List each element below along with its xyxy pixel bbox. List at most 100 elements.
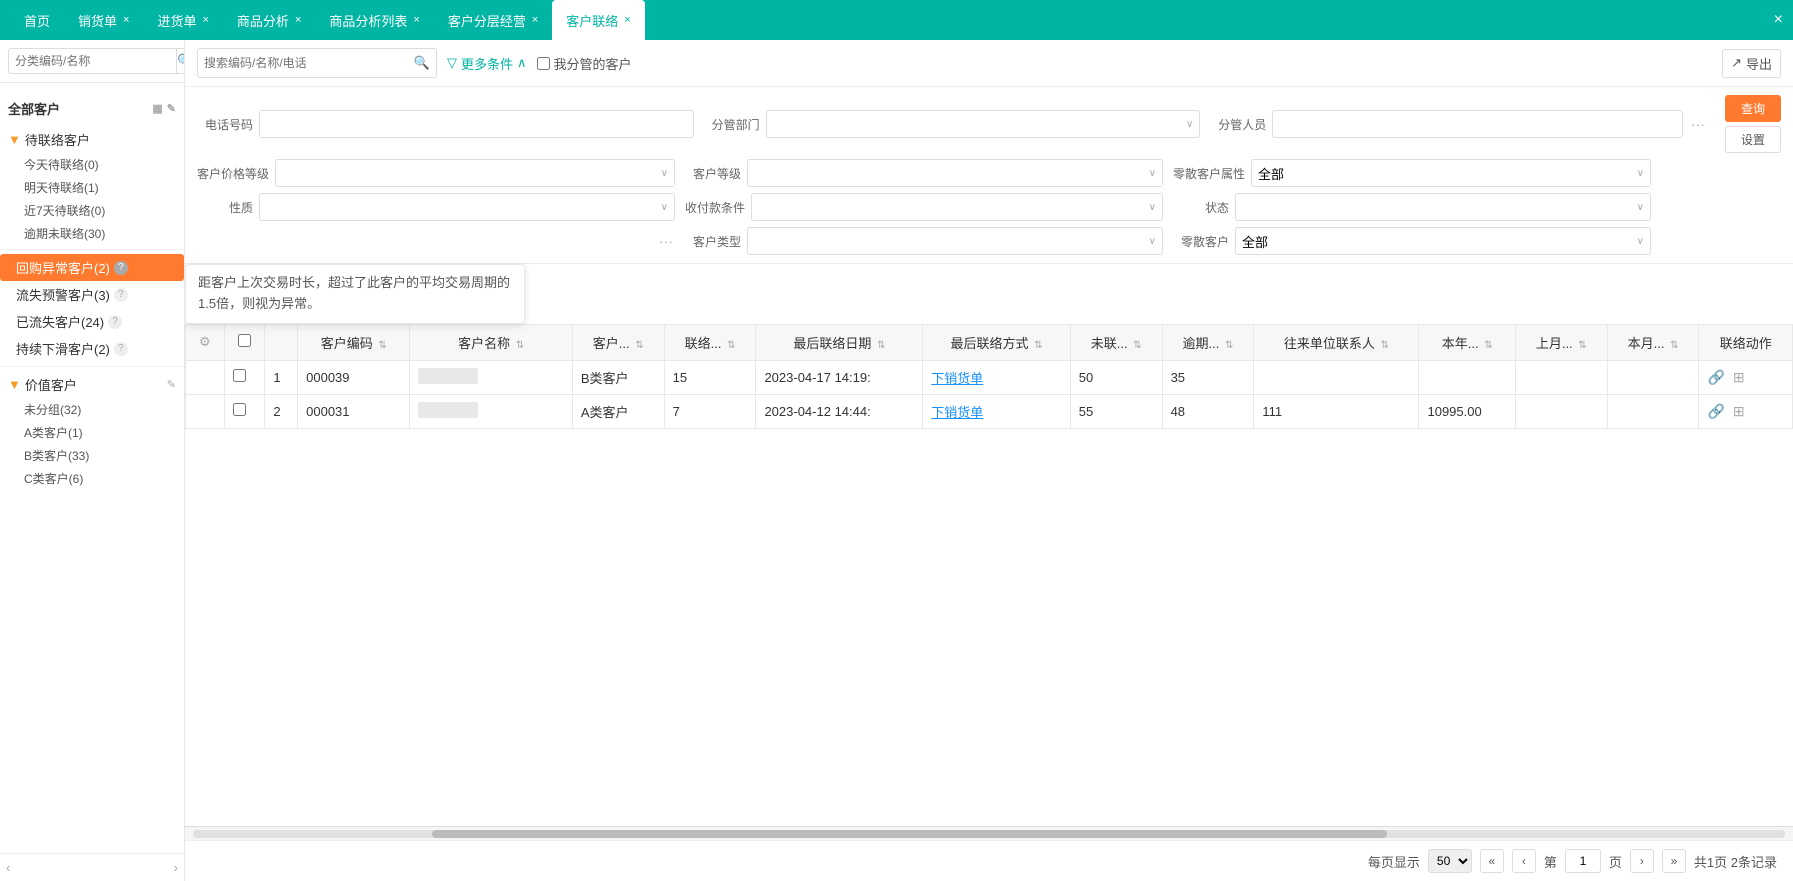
sidebar-item-class-b[interactable]: B类客户(33): [0, 444, 184, 467]
sidebar-item-repurchase-abnormal[interactable]: 回购异常客户(2) ?: [0, 254, 184, 281]
dept-select[interactable]: ∨: [766, 110, 1201, 138]
customer-level-select[interactable]: ∨: [747, 159, 1163, 187]
gear-icon[interactable]: ⚙: [199, 334, 211, 349]
sort-icon-last-method[interactable]: ⇅: [1034, 340, 1042, 351]
per-page-select[interactable]: 50: [1428, 849, 1472, 873]
scrollbar-thumb[interactable]: [432, 830, 1387, 838]
table-area[interactable]: ⚙ 客户编码 ⇅ 客户名称 ⇅: [185, 324, 1793, 826]
close-tab-purchase[interactable]: ×: [202, 14, 208, 26]
horizontal-scrollbar[interactable]: [185, 826, 1793, 840]
sort-icon-code[interactable]: ⇅: [378, 340, 386, 351]
sort-icon-last-month[interactable]: ⇅: [1578, 340, 1586, 351]
col-code[interactable]: 客户编码 ⇅: [298, 324, 410, 360]
col-last-method[interactable]: 最后联络方式 ⇅: [923, 324, 1071, 360]
col-uncontacted[interactable]: 未联... ⇅: [1070, 324, 1162, 360]
action-link-icon[interactable]: 🔗: [1707, 369, 1724, 386]
col-gear[interactable]: ⚙: [186, 324, 225, 360]
scatter-attr-select[interactable]: 全部 ∨: [1251, 159, 1651, 187]
col-name[interactable]: 客户名称 ⇅: [410, 324, 572, 360]
col-checkbox[interactable]: [224, 324, 265, 360]
close-tab-sales[interactable]: ×: [123, 14, 129, 26]
manager-dots[interactable]: ···: [1691, 116, 1705, 132]
next-page-button[interactable]: ›: [1630, 849, 1654, 873]
col-last-date[interactable]: 最后联络日期 ⇅: [756, 324, 923, 360]
tab-customer-contact[interactable]: 客户联络 ×: [552, 0, 644, 40]
row-select-checkbox[interactable]: [233, 369, 246, 382]
row-last-method[interactable]: 下销货单: [923, 360, 1071, 394]
export-button[interactable]: ↗ 导出: [1722, 49, 1781, 78]
col-overdue[interactable]: 逾期... ⇅: [1162, 324, 1254, 360]
tab-customer-stratification[interactable]: 客户分层经营 ×: [434, 0, 552, 40]
last-method-link[interactable]: 下销货单: [931, 405, 983, 420]
sidebar-pending-contact[interactable]: ▼ 待联络客户: [0, 126, 184, 153]
manager-input[interactable]: [1272, 110, 1683, 138]
sidebar-item-class-a[interactable]: A类客户(1): [0, 421, 184, 444]
sort-icon-this-year[interactable]: ⇅: [1484, 340, 1492, 351]
col-contacts-person[interactable]: 往来单位联系人 ⇅: [1254, 324, 1419, 360]
row-checkbox[interactable]: [224, 394, 265, 428]
sort-icon-overdue[interactable]: ⇅: [1225, 340, 1233, 351]
status-select[interactable]: ∨: [1235, 193, 1651, 221]
col-contacts[interactable]: 联络... ⇅: [664, 324, 756, 360]
tab-product-analysis-list[interactable]: 商品分析列表 ×: [315, 0, 433, 40]
row-checkbox[interactable]: [224, 360, 265, 394]
col-this-month[interactable]: 本月... ⇅: [1607, 324, 1699, 360]
sidebar-left-arrow[interactable]: ‹: [6, 860, 10, 875]
sort-icon-uncontacted[interactable]: ⇅: [1133, 340, 1141, 351]
action-grid-icon[interactable]: ⊞: [1733, 403, 1745, 420]
row-select-checkbox[interactable]: [233, 403, 246, 416]
first-page-button[interactable]: «: [1480, 849, 1504, 873]
sort-icon-contacts[interactable]: ⇅: [727, 340, 735, 351]
nature-select[interactable]: ∨: [259, 193, 675, 221]
sidebar-item-class-c[interactable]: C类客户(6): [0, 467, 184, 490]
my-customer-checkbox-wrap[interactable]: 我分管的客户: [537, 54, 632, 73]
sort-icon-type[interactable]: ⇅: [635, 340, 643, 351]
last-page-button[interactable]: »: [1662, 849, 1686, 873]
my-customer-checkbox[interactable]: [537, 57, 550, 70]
sidebar-item-today[interactable]: 今天待联络(0): [0, 153, 184, 176]
action-link-icon[interactable]: 🔗: [1707, 403, 1724, 420]
prev-page-button[interactable]: ‹: [1512, 849, 1536, 873]
sidebar-item-tomorrow[interactable]: 明天待联络(1): [0, 176, 184, 199]
more-conditions-btn[interactable]: ▽ 更多条件 ∧: [447, 54, 527, 73]
sidebar-item-churned[interactable]: 已流失客户(24) ?: [0, 308, 184, 335]
sort-icon-name[interactable]: ⇅: [516, 340, 524, 351]
tab-sales[interactable]: 销货单 ×: [64, 0, 143, 40]
row-last-method[interactable]: 下销货单: [923, 394, 1071, 428]
sidebar-search-button[interactable]: 🔍: [177, 48, 185, 74]
close-window-button[interactable]: ×: [1774, 11, 1783, 29]
close-tab-product-analysis-list[interactable]: ×: [413, 14, 419, 26]
sidebar-all-title[interactable]: 全部客户 ▦ ✎: [8, 95, 176, 122]
action-grid-icon[interactable]: ⊞: [1733, 369, 1745, 386]
close-tab-customer-stratification[interactable]: ×: [532, 14, 538, 26]
row4-dots[interactable]: ···: [659, 233, 673, 249]
select-all-checkbox[interactable]: [238, 334, 251, 347]
sort-icon-last-date[interactable]: ⇅: [877, 340, 885, 351]
col-last-month[interactable]: 上月... ⇅: [1515, 324, 1607, 360]
sidebar-search-input[interactable]: [8, 48, 177, 74]
query-button[interactable]: 查询: [1725, 95, 1781, 122]
customer-type-select[interactable]: ∨: [747, 227, 1163, 255]
edit-value-icon[interactable]: ✎: [167, 378, 176, 391]
price-level-select[interactable]: ∨: [275, 159, 675, 187]
phone-input[interactable]: [259, 110, 694, 138]
payment-select[interactable]: ∨: [751, 193, 1163, 221]
sidebar-item-unclassified[interactable]: 未分组(32): [0, 398, 184, 421]
sidebar-value-customer[interactable]: ▼ 价值客户 ✎: [0, 371, 184, 398]
tab-purchase[interactable]: 进货单 ×: [143, 0, 222, 40]
scatter-customer-select[interactable]: 全部 ∨: [1235, 227, 1651, 255]
close-tab-product-analysis[interactable]: ×: [295, 14, 301, 26]
sort-icon-contacts-person[interactable]: ⇅: [1381, 340, 1389, 351]
sidebar-item-7days[interactable]: 近7天待联络(0): [0, 199, 184, 222]
sort-icon-this-month[interactable]: ⇅: [1670, 340, 1678, 351]
close-tab-customer-contact[interactable]: ×: [624, 14, 630, 26]
last-method-link[interactable]: 下销货单: [931, 371, 983, 386]
col-type[interactable]: 客户... ⇅: [572, 324, 664, 360]
main-search-input[interactable]: [204, 56, 414, 70]
page-number-input[interactable]: [1565, 849, 1601, 873]
tab-home[interactable]: 首页: [10, 0, 64, 40]
scrollbar-track[interactable]: [193, 830, 1785, 838]
settings-button[interactable]: 设置: [1725, 126, 1781, 153]
tab-product-analysis[interactable]: 商品分析 ×: [223, 0, 315, 40]
sidebar-item-churn-warning[interactable]: 流失预警客户(3) ?: [0, 281, 184, 308]
